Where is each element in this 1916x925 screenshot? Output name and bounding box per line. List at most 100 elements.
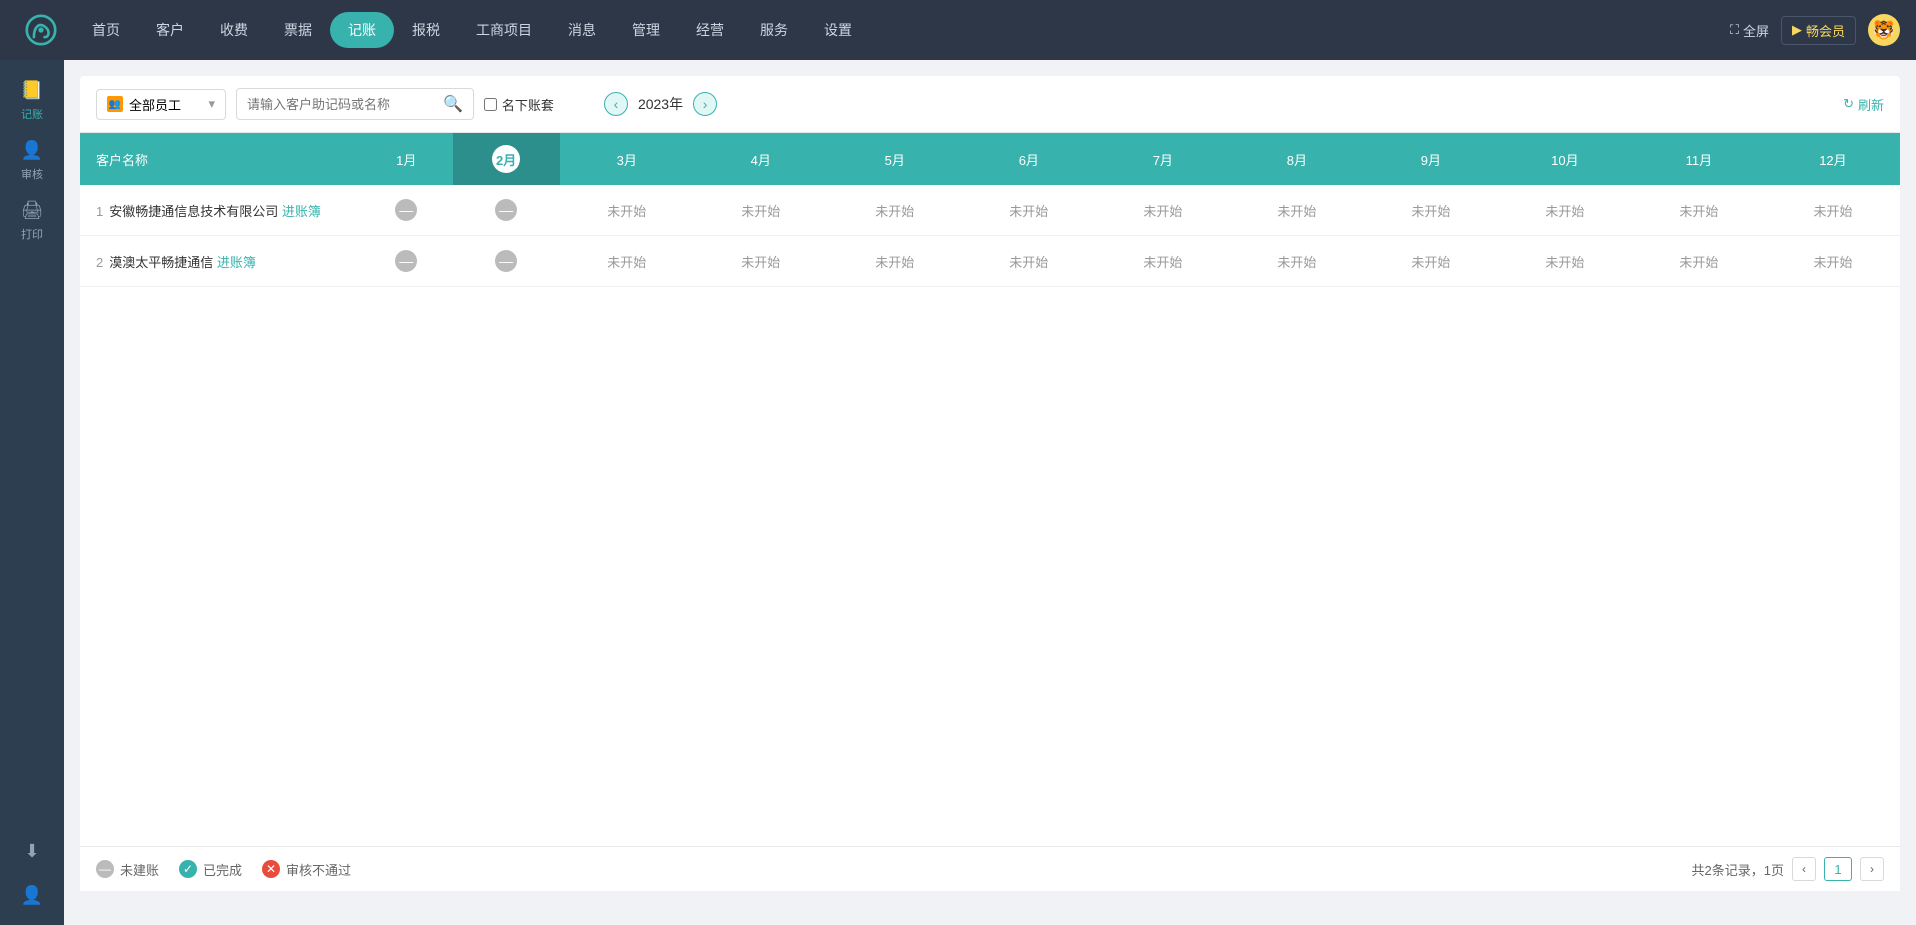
refresh-icon: ↻ [1843,96,1854,112]
fullscreen-button[interactable]: ⛶ 全屏 [1730,21,1769,40]
nav-item-报税[interactable]: 报税 [394,12,458,48]
row-number: 1 [96,204,103,219]
sidebar-label-记账: 记账 [21,106,43,122]
prev-year-button[interactable]: ‹ [604,92,628,116]
cell-name: 2漠澳太平畅捷通信 进账簿 [80,236,360,287]
cell-month-1: — [360,185,453,236]
cell-month-10: 未开始 [1498,236,1632,287]
status-dash-icon: — [395,250,417,272]
cell-month-11: 未开始 [1632,185,1766,236]
col-header-7月: 7月 [1096,133,1230,185]
col-header-2月: 2月 [453,133,560,185]
enter-ledger-link[interactable]: 进账簿 [282,204,321,219]
cell-month-5: 未开始 [828,185,962,236]
pagination: 共2条记录，1页 ‹ 1 › [1692,857,1884,881]
status-dash-icon: — [495,199,517,221]
prev-page-button[interactable]: ‹ [1792,857,1816,881]
nav-item-经营[interactable]: 经营 [678,12,742,48]
year-label: 2023年 [638,94,683,114]
table-row: 1安徽畅捷通信息技术有限公司 进账簿——未开始未开始未开始未开始未开始未开始未开… [80,185,1900,236]
logo [16,14,66,46]
nav-item-记账[interactable]: 记账 [330,12,394,48]
refresh-button[interactable]: ↻ 刷新 [1843,95,1884,114]
legend-item-审核不通过: ✕审核不通过 [262,860,351,879]
nav-item-消息[interactable]: 消息 [550,12,614,48]
nav-item-收费[interactable]: 收费 [202,12,266,48]
cell-month-4: 未开始 [694,236,828,287]
cell-month-10: 未开始 [1498,185,1632,236]
cell-month-7: 未开始 [1096,185,1230,236]
vip-button[interactable]: ▶ 畅会员 [1781,16,1856,45]
search-button[interactable]: 🔍 [443,94,463,114]
refresh-label: 刷新 [1858,95,1884,114]
cell-month-12: 未开始 [1766,185,1900,236]
content-panel: 👥 全部员工 ▾ 🔍 名下账套 ‹ 2023年 › ↻ 刷新 [80,76,1900,891]
cell-month-8: 未开始 [1230,185,1364,236]
status-dash-icon: — [395,199,417,221]
enter-ledger-link[interactable]: 进账簿 [217,255,256,270]
sidebar-label-审核: 审核 [21,166,43,182]
sidebar-item-download[interactable]: ⬇ [14,831,50,871]
search-input[interactable] [247,97,437,112]
legend-label-teal: 已完成 [203,860,242,879]
sidebar-bottom: ⬇ 👤 [14,831,50,925]
legend-item-已完成: ✓已完成 [179,860,242,879]
active-month-circle: 2月 [492,145,520,173]
main-content: 👥 全部员工 ▾ 🔍 名下账套 ‹ 2023年 › ↻ 刷新 [64,60,1916,925]
cell-month-7: 未开始 [1096,236,1230,287]
current-page: 1 [1824,857,1852,881]
nav-item-服务[interactable]: 服务 [742,12,806,48]
nav-item-工商项目[interactable]: 工商项目 [458,12,550,48]
cell-month-2: — [453,185,560,236]
next-page-button[interactable]: › [1860,857,1884,881]
dropdown-arrow-icon: ▾ [208,96,215,112]
col-header-name: 客户名称 [80,133,360,185]
checkbox-input[interactable] [484,98,497,111]
cell-month-11: 未开始 [1632,236,1766,287]
nav-item-管理[interactable]: 管理 [614,12,678,48]
employee-select[interactable]: 👥 全部员工 ▾ [96,89,226,120]
sidebar-icon-审核: 👤 [20,138,44,162]
sidebar-item-打印[interactable]: 🖨 打印 [14,190,50,250]
nav-item-设置[interactable]: 设置 [806,12,870,48]
col-header-9月: 9月 [1364,133,1498,185]
legend-item-未建账: — 未建账 [96,860,159,879]
col-header-5月: 5月 [828,133,962,185]
next-year-button[interactable]: › [693,92,717,116]
row-number: 2 [96,255,103,270]
table-wrap: 客户名称1月2月3月4月5月6月7月8月9月10月11月12月 1安徽畅捷通信息… [80,133,1900,846]
nav-menu: 首页客户收费票据记账报税工商项目消息管理经营服务设置 [74,12,1730,48]
avatar[interactable]: 🐯 [1868,14,1900,46]
sidebar-icon-打印: 🖨 [20,198,44,222]
col-header-1月: 1月 [360,133,453,185]
col-header-3月: 3月 [560,133,694,185]
cell-month-3: 未开始 [560,185,694,236]
col-header-11月: 11月 [1632,133,1766,185]
top-navigation: 首页客户收费票据记账报税工商项目消息管理经营服务设置 ⛶ 全屏 ▶ 畅会员 🐯 [0,0,1916,60]
cell-month-1: — [360,236,453,287]
col-header-4月: 4月 [694,133,828,185]
sidebar-label-打印: 打印 [21,226,43,242]
fullscreen-label: 全屏 [1743,21,1769,40]
cell-month-4: 未开始 [694,185,828,236]
nav-item-客户[interactable]: 客户 [138,12,202,48]
main-table: 客户名称1月2月3月4月5月6月7月8月9月10月11月12月 1安徽畅捷通信息… [80,133,1900,287]
sidebar-item-记账[interactable]: 📒记账 [14,70,50,130]
nav-item-首页[interactable]: 首页 [74,12,138,48]
sidebar-item-profile[interactable]: 👤 [14,875,50,915]
cell-month-6: 未开始 [962,236,1096,287]
search-wrap: 🔍 [236,88,474,120]
cell-month-8: 未开始 [1230,236,1364,287]
nav-item-票据[interactable]: 票据 [266,12,330,48]
legend-dot-gray: — [96,860,114,878]
cell-month-9: 未开始 [1364,185,1498,236]
checkbox-label[interactable]: 名下账套 [484,95,554,114]
footer-bar: — 未建账 ✓已完成 ✕审核不通过 共2条记录，1页 ‹ 1 › [80,846,1900,891]
year-navigation: ‹ 2023年 › [604,92,717,116]
cell-month-9: 未开始 [1364,236,1498,287]
col-header-6月: 6月 [962,133,1096,185]
legend-label-gray: 未建账 [120,860,159,879]
sidebar-item-审核[interactable]: 👤 审核 [14,130,50,190]
cell-month-5: 未开始 [828,236,962,287]
legend-label-red: 审核不通过 [286,860,351,879]
